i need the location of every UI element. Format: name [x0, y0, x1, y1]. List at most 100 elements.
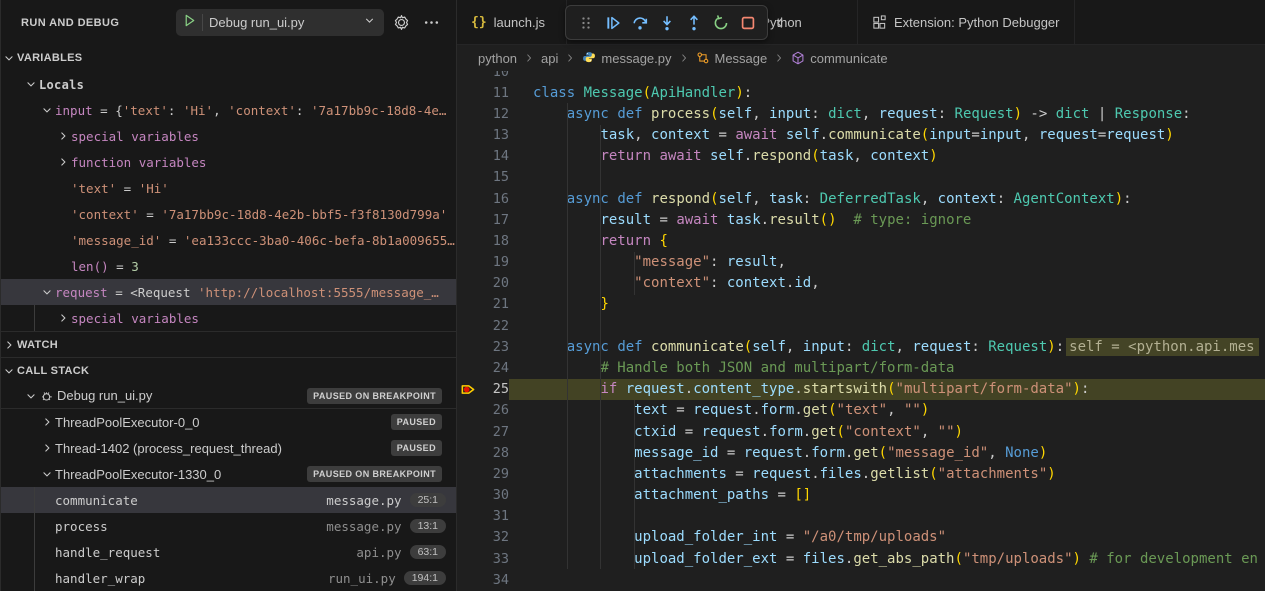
tab-launch-js[interactable]: {} launch.js — [457, 0, 567, 44]
breadcrumb-item-api[interactable]: api — [541, 51, 558, 66]
drag-handle-icon[interactable] — [572, 9, 599, 36]
debug-launch-button[interactable]: Debug run_ui.py — [176, 9, 384, 36]
token: 'ea133ccc-3ba0-406c-befa-8b1a009655… — [183, 232, 455, 248]
variable-text: 'text' = 'Hi' — [71, 181, 169, 196]
stop-icon[interactable] — [734, 9, 761, 36]
chevron-left-icon[interactable] — [773, 0, 787, 45]
variable-row[interactable]: special variables — [1, 305, 456, 331]
step-into-icon[interactable] — [653, 9, 680, 36]
code-line[interactable]: 15 — [457, 167, 1265, 188]
chevron-down-icon — [23, 388, 39, 404]
code-line[interactable]: 26 text = request. form. get("text", "") — [457, 400, 1265, 421]
watch-section-header[interactable]: WATCH — [1, 331, 456, 357]
variable-row[interactable]: function variables — [1, 149, 456, 175]
code-line[interactable]: 11 class Message(ApiHandler): — [457, 82, 1265, 103]
code-line[interactable]: 28 message_id = request. form. get("messag… — [457, 442, 1265, 463]
continue-icon[interactable] — [599, 9, 626, 36]
code-line[interactable]: 30 attachment_paths = [] — [457, 484, 1265, 505]
token: , — [895, 338, 913, 355]
variable-row[interactable]: 'message_id' = 'ea133ccc-3ba0-406c-befa-… — [1, 227, 456, 253]
debug-session-row[interactable]: Debug run_ui.py PAUSED ON BREAKPOINT — [1, 383, 456, 409]
code-editor[interactable]: 10 11 class Message(ApiHandler):12 async d… — [457, 71, 1265, 591]
code-line[interactable]: 20 "context": context. id, — [457, 273, 1265, 294]
thread-row[interactable]: Thread-1402 (process_request_thread) PAUS… — [1, 435, 456, 461]
gear-icon[interactable] — [388, 10, 414, 36]
code-line[interactable]: 33 upload_folder_ext = files. get_abs_pat… — [457, 548, 1265, 569]
code-line[interactable]: 19 "message": result, — [457, 252, 1265, 273]
code-line[interactable]: 25 if request. content_type. startswith("m… — [457, 378, 1265, 400]
code-line[interactable]: 13 task, context = await self. communicat… — [457, 125, 1265, 146]
token: get_abs_path — [853, 550, 955, 567]
breadcrumb-label: communicate — [810, 50, 888, 66]
token: ( — [878, 444, 888, 461]
thread-row[interactable]: ThreadPoolExecutor-1330_0 PAUSED ON BREAK… — [1, 461, 456, 487]
token: ) — [954, 423, 963, 440]
restart-icon[interactable] — [707, 9, 734, 36]
editor-group: {}launch.jsExtension: PythonExtension: P… — [457, 0, 1265, 591]
run-and-debug-panel: RUN AND DEBUG Debug run_ui.py VARIABLES … — [0, 0, 457, 591]
token: request — [878, 105, 938, 122]
step-out-icon[interactable] — [680, 9, 707, 36]
code-line[interactable]: 27 ctxid = request. form. get("context", "… — [457, 421, 1265, 442]
code-line[interactable]: 32 upload_folder_int = "/a0/tmp/uploads" — [457, 527, 1265, 548]
variable-row[interactable]: 'text' = 'Hi' — [1, 175, 456, 201]
panel-title: RUN AND DEBUG — [21, 16, 120, 29]
chevron-right-icon — [39, 440, 55, 456]
stack-frame-row[interactable]: handle_request api.py 63:1 — [1, 539, 456, 565]
breadcrumb-label: api — [541, 50, 559, 66]
callstack-section-header[interactable]: CALL STACK — [1, 357, 456, 383]
code-line[interactable]: 31 — [457, 506, 1265, 527]
code-line[interactable]: 10 — [457, 71, 1265, 82]
breadcrumb-item-python[interactable]: python — [478, 51, 517, 66]
variable-row[interactable]: 'context' = '7a17bb9c-18d8-4e2b-bbf5-f3f… — [1, 201, 456, 227]
breadcrumb-item-message[interactable]: Message — [696, 51, 767, 66]
more-actions-icon[interactable] — [418, 10, 444, 36]
launch-config-label: Debug run_ui.py — [209, 15, 305, 30]
code-line[interactable]: 18 return { — [457, 230, 1265, 251]
variable-row[interactable]: input = {'text': 'Hi', 'context': '7a17b… — [1, 97, 456, 123]
code-line[interactable]: 14 return await self. respond(task, conte… — [457, 146, 1265, 167]
code-line[interactable]: 23 async def communicate(self, input: di… — [457, 336, 1265, 357]
tab-extension-python-debugger[interactable]: Extension: Python Debugger — [858, 0, 1075, 44]
frame-line-badge: 13:1 — [409, 519, 446, 533]
chevron-down-icon[interactable] — [363, 14, 376, 32]
token: 3 — [131, 258, 139, 274]
token: self — [718, 105, 753, 122]
code-line[interactable]: 21 } — [457, 294, 1265, 315]
token: request — [743, 444, 803, 461]
stack-frame-row[interactable]: communicate message.py 25:1 — [1, 487, 456, 513]
code-text: "context": context. id, — [509, 273, 1265, 294]
stack-frame-row[interactable]: process message.py 13:1 — [1, 513, 456, 539]
variables-section-header[interactable]: VARIABLES — [1, 45, 456, 71]
code-line[interactable]: 34 — [457, 569, 1265, 590]
token: getlist — [870, 465, 930, 482]
breadcrumb-item-message-py[interactable]: message.py — [582, 51, 672, 66]
stack-frame-row[interactable]: handler_wrap run_ui.py 194:1 — [1, 565, 456, 591]
variable-row[interactable]: special variables — [1, 123, 456, 149]
token: Response — [1114, 105, 1183, 122]
code-line[interactable]: 17 result = await task. result() # type: … — [457, 209, 1265, 230]
token: ( — [811, 148, 820, 165]
variable-row[interactable]: len() = 3 — [1, 253, 456, 279]
token: . — [794, 381, 803, 398]
code-line[interactable]: 24 # Handle both JSON and multipart/form… — [457, 357, 1265, 378]
code-text: upload_folder_int = "/a0/tmp/uploads" — [509, 527, 1265, 548]
token: '7a17bb9c-18d8-4e… — [310, 102, 447, 118]
code-line[interactable]: 29 attachments = request. files. getlist("… — [457, 463, 1265, 484]
token: , — [634, 127, 652, 144]
step-over-icon[interactable] — [626, 9, 653, 36]
code-line[interactable]: 16 async def respond(self, task: Deferre… — [457, 188, 1265, 209]
code-line[interactable]: 22 — [457, 315, 1265, 336]
breadcrumb-item-communicate[interactable]: communicate — [791, 50, 888, 66]
token: 'text' — [71, 180, 117, 196]
scope-row[interactable]: Locals — [1, 71, 456, 97]
variable-row[interactable]: request = <Request 'http://localhost:555… — [1, 279, 456, 305]
code-line[interactable]: 12 async def process(self, input: dict, … — [457, 103, 1265, 124]
thread-row[interactable]: ThreadPoolExecutor-0_0 PAUSED — [1, 409, 456, 435]
token: 'context' — [71, 206, 139, 222]
start-debug-icon[interactable] — [182, 13, 197, 33]
session-label: Debug run_ui.py — [57, 388, 153, 403]
breakpoint-current-line-icon[interactable] — [460, 381, 477, 398]
